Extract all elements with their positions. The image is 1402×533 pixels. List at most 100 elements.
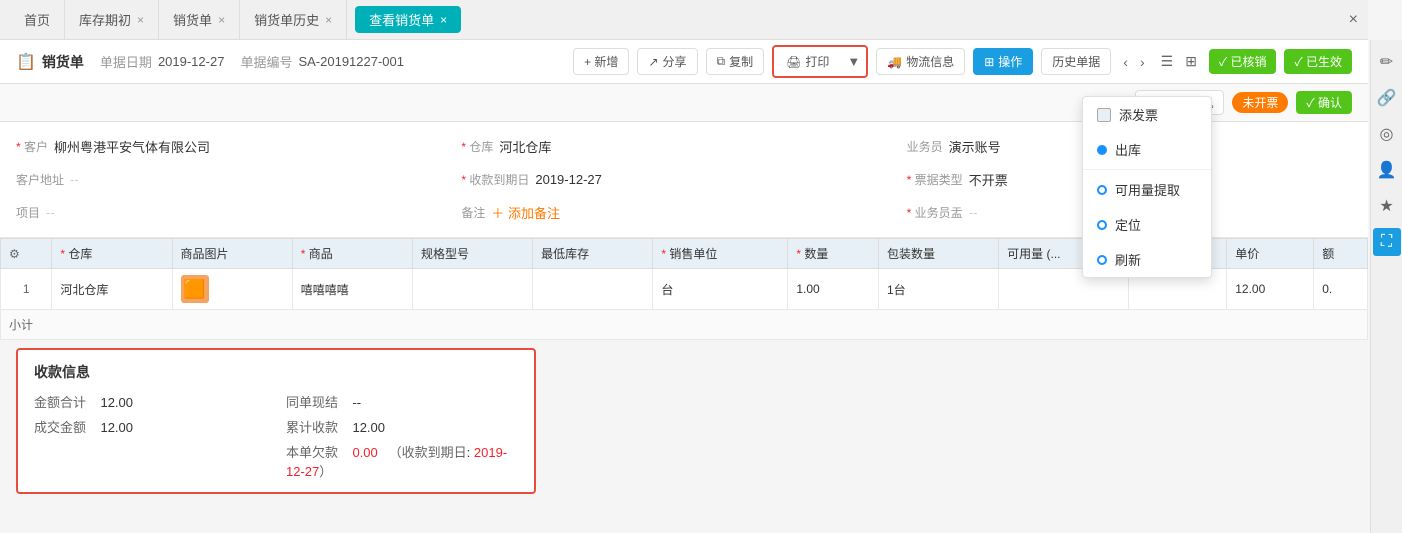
confirm-icon: ✓ xyxy=(1306,96,1314,110)
notes-label: 备注 xyxy=(461,204,485,221)
add-notes-button[interactable]: ＋ 添加备注 xyxy=(491,203,560,222)
deal-amount-col: 成交金额 12.00 xyxy=(34,417,266,436)
tab-view-sales-close[interactable]: × xyxy=(440,13,447,27)
new-button[interactable]: + 新增 xyxy=(573,48,629,75)
share-icon: ↗ xyxy=(648,55,658,69)
row-unit: 台 xyxy=(653,269,788,310)
effect-button-label: ✓ 已生效 xyxy=(1294,55,1342,69)
not-open-button[interactable]: 未开票 xyxy=(1232,92,1288,113)
payment-date-label: 收款到期日 xyxy=(461,171,529,188)
tab-inventory-close[interactable]: × xyxy=(137,13,144,27)
logistics-icon: 🚚 xyxy=(887,55,902,69)
doc-number-label: 单据编号 xyxy=(240,52,292,71)
ticket-type-label: 票据类型 xyxy=(907,171,963,188)
owed-col: 本单欠款 0.00 （收款到期日: 2019-12-27） xyxy=(286,442,518,480)
warehouse-label: 仓库 xyxy=(461,138,493,155)
row-qty: 1.00 xyxy=(788,269,879,310)
tab-sales-label: 销货单 xyxy=(173,10,212,29)
ops-button[interactable]: ⊞ 操作 xyxy=(973,48,1033,75)
dropdown-outbound[interactable]: 出库 xyxy=(1083,132,1211,167)
product-thumbnail: 🟧 xyxy=(181,275,209,303)
expand-sidebar-icon[interactable]: ⛶ xyxy=(1373,228,1401,256)
dropdown-locate[interactable]: 定位 xyxy=(1083,207,1211,242)
grid-view-icon[interactable]: ⊞ xyxy=(1181,51,1201,72)
tab-view-sales[interactable]: 查看销货单 × xyxy=(355,6,461,33)
tab-home-label: 首页 xyxy=(24,10,50,29)
tab-home[interactable]: 首页 xyxy=(10,0,65,40)
customer-row: 客户 柳州粤港平安气体有限公司 xyxy=(16,134,461,159)
subtotal-label: 小计 xyxy=(1,310,1368,340)
row-price: 12.00 xyxy=(1227,269,1314,310)
ticket-type-value: 不开票 xyxy=(969,170,1008,189)
share-button[interactable]: ↗ 分享 xyxy=(637,48,697,75)
project-value: -- xyxy=(46,205,55,220)
address-row: 客户地址 -- xyxy=(16,167,461,192)
tab-sales-history[interactable]: 销货单历史 × xyxy=(240,0,347,40)
col-qty: * 数量 xyxy=(788,239,879,269)
ops-dropdown: 添发票 出库 可用量提取 定位 刷新 xyxy=(1082,96,1212,278)
effect-button[interactable]: ✓ 已生效 xyxy=(1284,49,1352,74)
sold-button[interactable]: ✓ 已核销 xyxy=(1209,49,1277,74)
print-button[interactable]: 🖨 打印 xyxy=(776,49,839,74)
star-sidebar-icon[interactable]: ★ xyxy=(1373,192,1401,220)
copy-button[interactable]: ⧉ 复制 xyxy=(706,48,765,75)
prev-arrow[interactable]: ‹ xyxy=(1119,52,1132,72)
payment-grid: 金额合计 12.00 同单现结 -- 成交金额 12.00 累计收款 12.00 xyxy=(34,392,518,480)
copy-icon: ⧉ xyxy=(717,54,726,69)
row-pack-qty: 1台 xyxy=(878,269,998,310)
row-product: 嘻嘻嘻嘻 xyxy=(292,269,412,310)
dropdown-refresh[interactable]: 刷新 xyxy=(1083,242,1211,277)
user-sidebar-icon[interactable]: 👤 xyxy=(1373,156,1401,184)
dropdown-add-invoice-label: 添发票 xyxy=(1119,105,1158,124)
dropdown-available-qty-label: 可用量提取 xyxy=(1115,180,1180,199)
doc-type-label: 销货单 xyxy=(42,52,84,72)
dropdown-available-qty[interactable]: 可用量提取 xyxy=(1083,172,1211,207)
notes-row: 备注 ＋ 添加备注 xyxy=(461,200,906,225)
print-icon: 🖨 xyxy=(786,55,801,69)
logistics-button[interactable]: 🚚 物流信息 xyxy=(876,48,965,75)
col-settings[interactable]: ⚙ xyxy=(1,239,52,269)
settings-icon[interactable]: ⚙ xyxy=(9,247,20,261)
edit-sidebar-icon[interactable]: ✏ xyxy=(1373,48,1401,76)
customer-label: 客户 xyxy=(16,138,48,155)
doc-actions: + 新增 ↗ 分享 ⧉ 复制 🖨 打印 ▼ 🚚 物流信息 xyxy=(573,45,1352,78)
tab-sales[interactable]: 销货单 × xyxy=(159,0,240,40)
row-warehouse: 河北仓库 xyxy=(52,269,172,310)
tab-sales-history-close[interactable]: × xyxy=(325,13,332,27)
tab-inventory[interactable]: 库存期初 × xyxy=(65,0,159,40)
doc-number-value: SA-20191227-001 xyxy=(298,54,404,69)
ops-button-label: 操作 xyxy=(998,53,1022,70)
payment-info-box: 收款信息 金额合计 12.00 同单现结 -- 成交金额 12.00 累计收款 xyxy=(16,348,536,494)
print-dropdown-arrow[interactable]: ▼ xyxy=(843,54,864,69)
dropdown-locate-label: 定位 xyxy=(1115,215,1141,234)
col-product: * 商品 xyxy=(292,239,412,269)
history-button-label: 历史单据 xyxy=(1052,53,1100,70)
new-button-label: + 新增 xyxy=(584,53,618,70)
staff-value: 演示账号 xyxy=(949,137,1001,156)
row-spec xyxy=(412,269,532,310)
history-button[interactable]: 历史单据 xyxy=(1041,48,1111,75)
dropdown-outbound-label: 出库 xyxy=(1115,140,1141,159)
row-min-stock xyxy=(533,269,653,310)
radio-empty-icon-3 xyxy=(1097,255,1107,265)
doc-icon: 📋 xyxy=(16,52,36,72)
address-label: 客户地址 xyxy=(16,171,64,188)
link-sidebar-icon[interactable]: 🔗 xyxy=(1373,84,1401,112)
col-spec: 规格型号 xyxy=(412,239,532,269)
payment-date-row: 收款到期日 2019-12-27 xyxy=(461,167,906,192)
nav-arrows: ‹ › xyxy=(1119,52,1148,72)
warehouse-value: 河北仓库 xyxy=(499,137,551,156)
row-amount: 0. xyxy=(1314,269,1368,310)
confirm-button[interactable]: ✓ 确认 xyxy=(1296,91,1352,114)
target-sidebar-icon[interactable]: ◎ xyxy=(1373,120,1401,148)
tab-sales-close[interactable]: × xyxy=(218,13,225,27)
total-label: 金额合计 12.00 xyxy=(34,392,266,411)
project-label: 项目 xyxy=(16,204,40,221)
doc-header: 📋 销货单 单据日期 2019-12-27 单据编号 SA-20191227-0… xyxy=(0,40,1368,84)
dropdown-refresh-label: 刷新 xyxy=(1115,250,1141,269)
list-view-icon[interactable]: ☰ xyxy=(1157,51,1178,72)
print-button-label: 打印 xyxy=(805,53,829,70)
tab-bar-close-btn[interactable]: × xyxy=(1349,11,1358,29)
dropdown-add-invoice[interactable]: 添发票 xyxy=(1083,97,1211,132)
next-arrow[interactable]: › xyxy=(1136,52,1149,72)
